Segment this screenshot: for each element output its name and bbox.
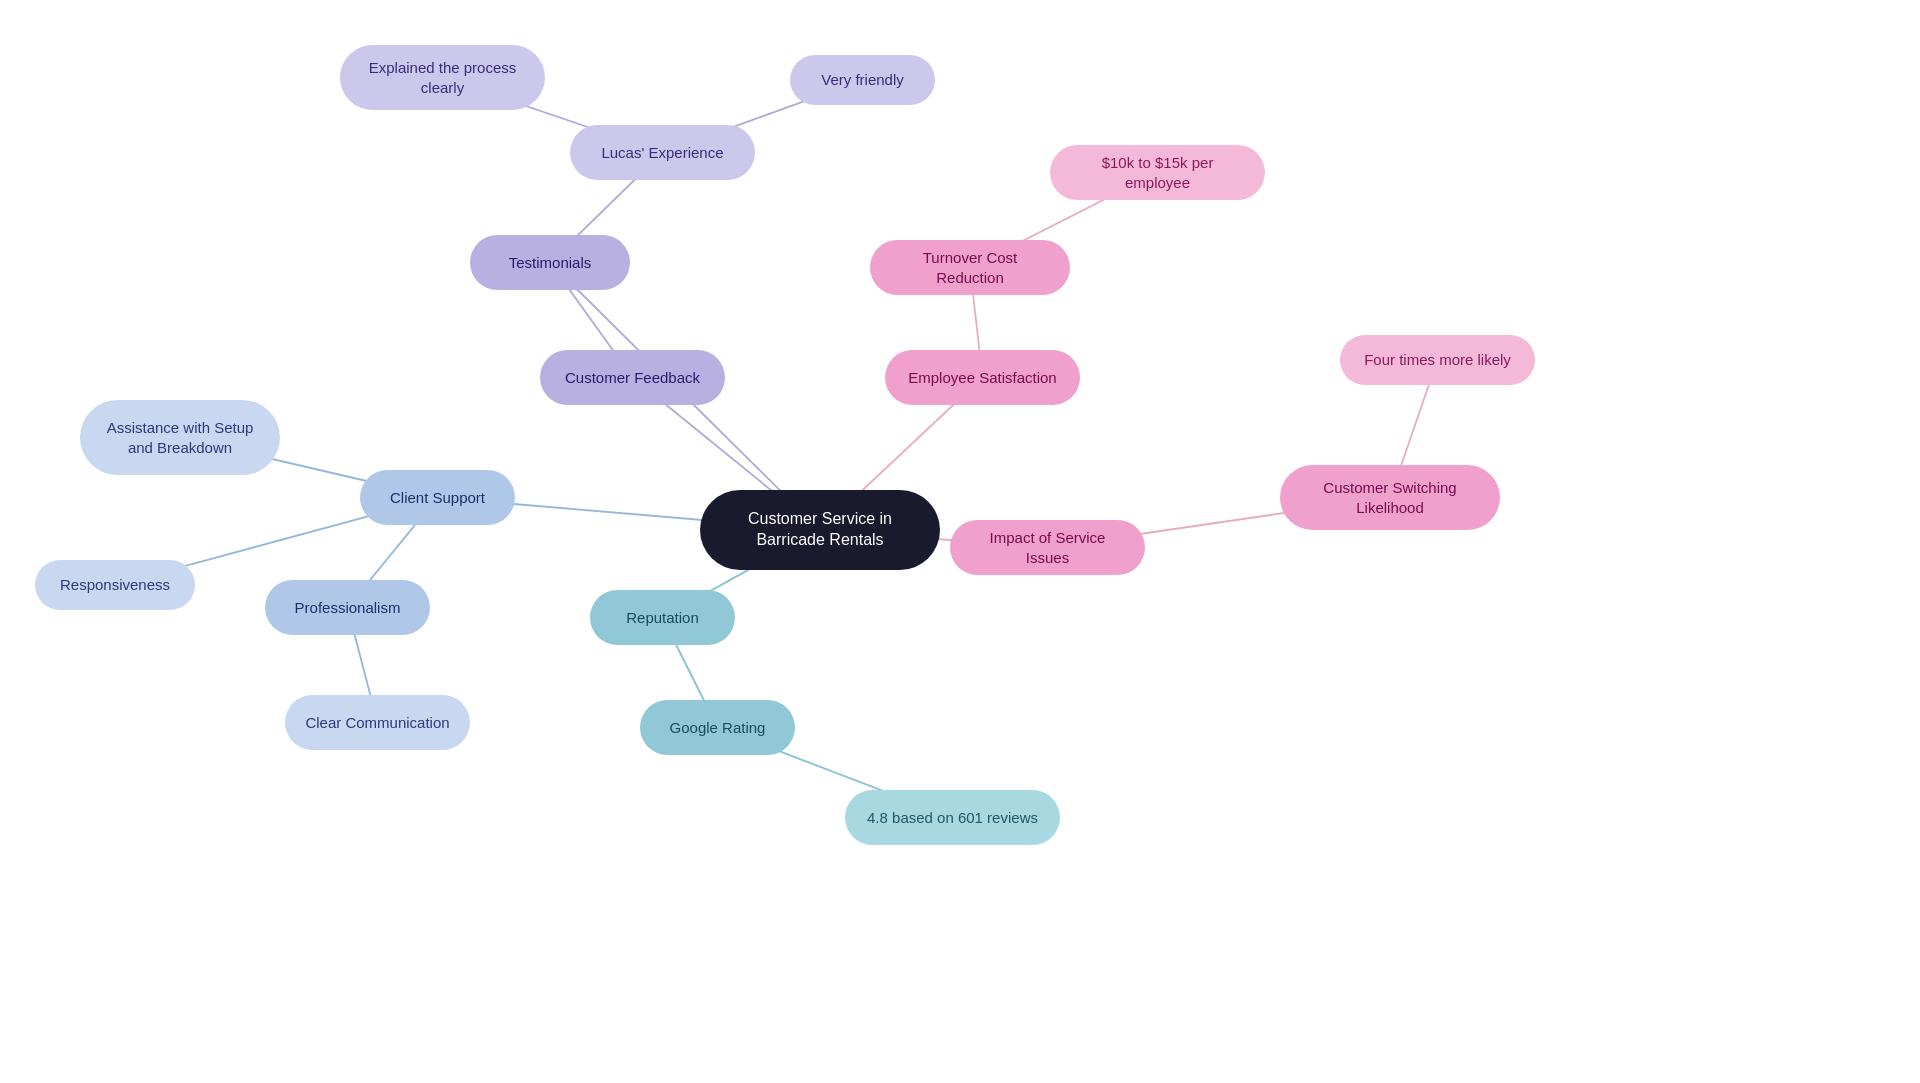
node-switching: Customer Switching Likelihood [1280, 465, 1500, 530]
node-clear-comm: Clear Communication [285, 695, 470, 750]
node-responsiveness: Responsiveness [35, 560, 195, 610]
node-google-rating: Google Rating [640, 700, 795, 755]
node-employee-sat: Employee Satisfaction [885, 350, 1080, 405]
node-testimonials: Testimonials [470, 235, 630, 290]
node-reputation: Reputation [590, 590, 735, 645]
node-impact: Impact of Service Issues [950, 520, 1145, 575]
node-four-times: Four times more likely [1340, 335, 1535, 385]
node-professionalism: Professionalism [265, 580, 430, 635]
node-friendly: Very friendly [790, 55, 935, 105]
center-node: Customer Service in Barricade Rentals [700, 490, 940, 570]
node-turnover: Turnover Cost Reduction [870, 240, 1070, 295]
node-explained: Explained the process clearly [340, 45, 545, 110]
node-assistance: Assistance with Setup and Breakdown [80, 400, 280, 475]
node-client-support: Client Support [360, 470, 515, 525]
node-10k15k: $10k to $15k per employee [1050, 145, 1265, 200]
node-lucas: Lucas' Experience [570, 125, 755, 180]
node-reviews: 4.8 based on 601 reviews [845, 790, 1060, 845]
node-customer-feedback: Customer Feedback [540, 350, 725, 405]
